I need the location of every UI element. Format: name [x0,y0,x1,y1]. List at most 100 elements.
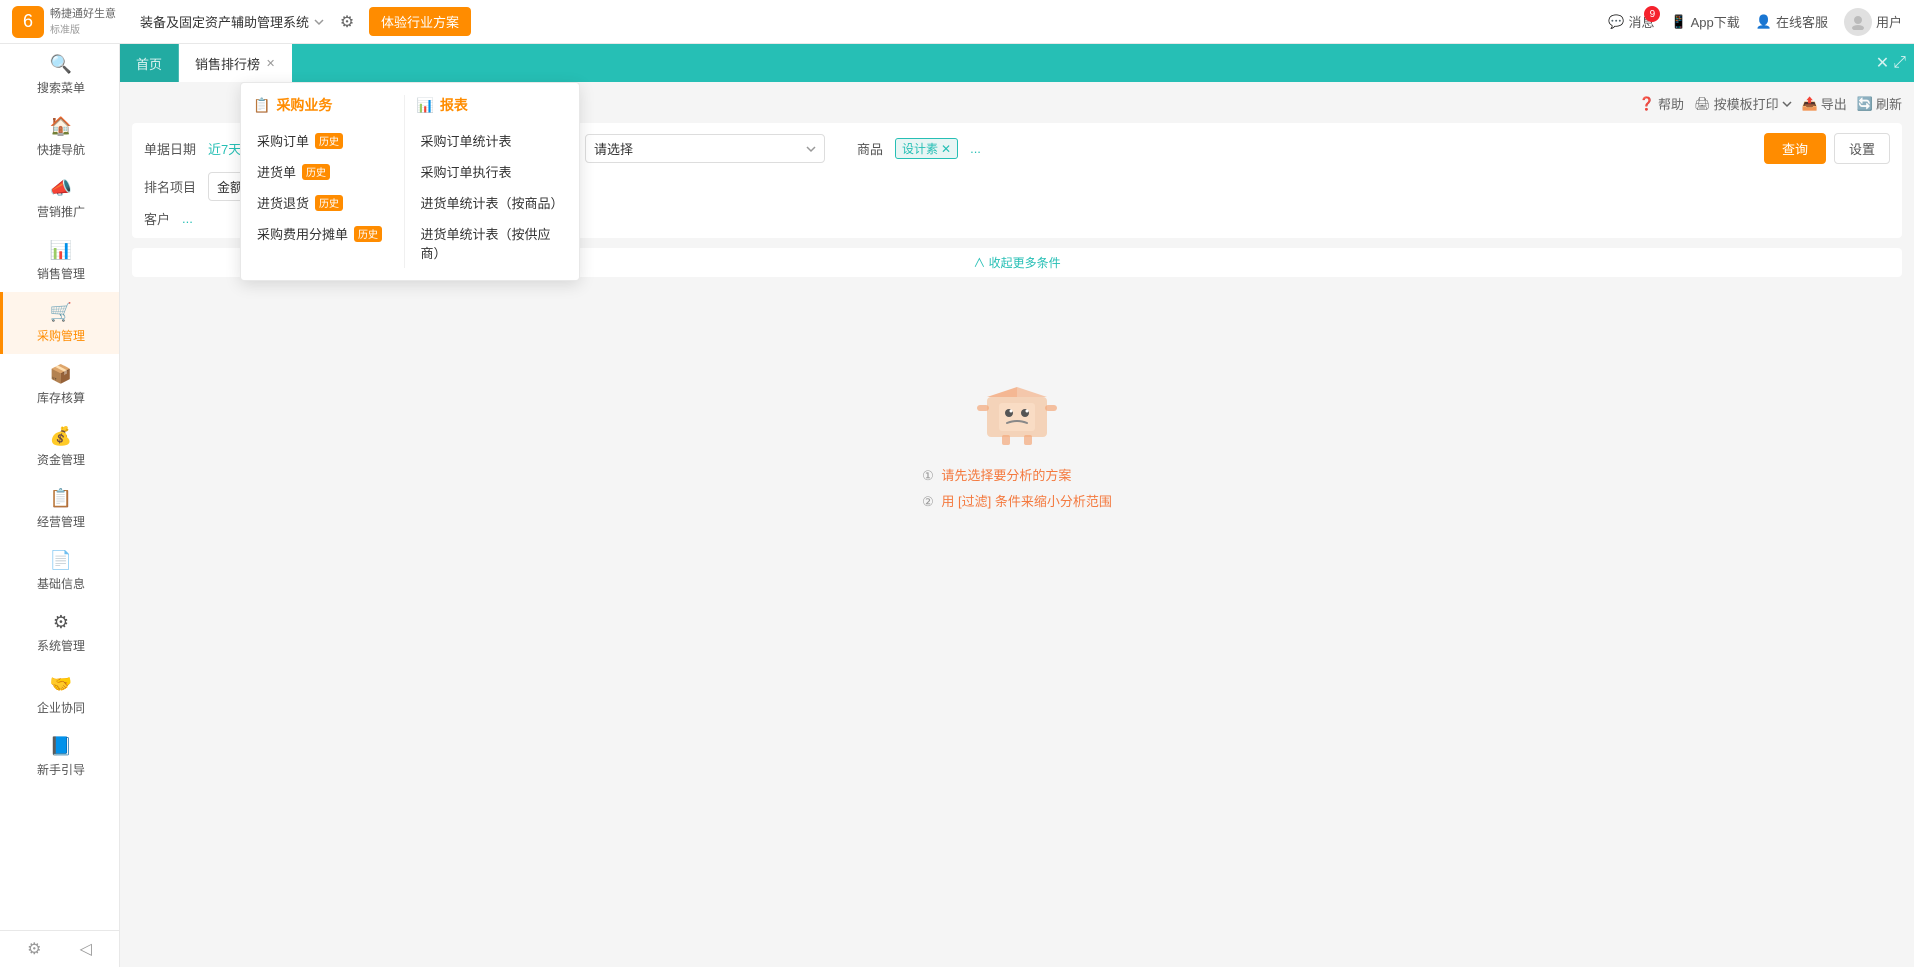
sales-icon: 📊 [50,240,72,261]
print-btn[interactable]: 🖨 按模板打印 [1694,94,1792,113]
sidebar-item-enterprise[interactable]: 🤝 企业协同 [0,664,119,726]
purchase-return-badge: 历史 [315,195,343,211]
sidebar-item-guide[interactable]: 📘 新手引导 [0,726,119,788]
export-btn[interactable]: 📤 导出 [1802,94,1847,113]
user-btn[interactable]: 用户 [1844,8,1902,36]
sidebar-item-sales[interactable]: 📊 销售管理 [0,230,119,292]
tab-sales-rank[interactable]: 销售排行榜 ✕ [179,44,292,82]
tab-close-icon[interactable]: ✕ [266,57,275,70]
logo-badge: 标准版 [50,21,116,36]
content-area: 首页 销售排行榜 ✕ ✕ ⤢ 📋 采购业务 采购订单 [120,44,1914,967]
search-icon: 🔍 [50,54,72,75]
phone-icon: 📱 [1670,14,1686,30]
empty-svg [967,367,1067,447]
service-icon: 👤 [1756,14,1772,30]
notification-btn[interactable]: 💬 消息 9 [1608,12,1654,31]
refresh-icon: 🔄 [1857,96,1873,112]
menu-item-report-order-stat-label: 采购订单统计表 [421,131,512,150]
online-service-btn[interactable]: 👤 在线客服 [1756,12,1828,31]
guide-icon: 📘 [50,736,72,757]
sidebar-item-capital-label: 资金管理 [37,451,85,468]
doc-status-dropdown-icon [806,144,816,154]
sidebar-settings-btn[interactable]: ⚙ [27,939,41,959]
menu-item-report-goods-stat[interactable]: 进货单统计表（按商品） [417,187,568,218]
sidebar: 🔍 搜索菜单 🏠 快捷导航 📣 营销推广 📊 销售管理 🛒 采购管理 📦 库存核… [0,44,120,967]
menu-item-report-supplier-stat-label: 进货单统计表（按供应商） [421,224,564,262]
goods-tag: 设计素 ✕ [895,138,958,159]
home-icon: 🏠 [50,116,72,137]
tab-bar-right: ✕ ⤢ [1868,44,1914,82]
report-menu-icon: 📊 [417,97,434,114]
sidebar-item-capital[interactable]: 💰 资金管理 [0,416,119,478]
sidebar-item-base-info[interactable]: 📄 基础信息 [0,540,119,602]
sidebar-item-quick-nav[interactable]: 🏠 快捷导航 [0,106,119,168]
sidebar-item-operation-label: 经营管理 [37,513,85,530]
sidebar-item-search-label: 搜索菜单 [37,79,85,96]
system-title-dropdown[interactable]: 装备及固定资产辅助管理系统 [132,12,325,31]
menu-item-report-order-exec-label: 采购订单执行表 [421,162,512,181]
industry-button[interactable]: 体验行业方案 [369,7,471,36]
sidebar-item-base-info-label: 基础信息 [37,575,85,592]
menu-item-purchase-return[interactable]: 进货退货 历史 [253,187,404,218]
refresh-label: 刷新 [1876,94,1902,113]
export-label: 导出 [1821,94,1847,113]
sidebar-item-enterprise-label: 企业协同 [37,699,85,716]
tab-bar-expand-btn[interactable]: ⤢ [1893,54,1906,72]
system-icon: ⚙ [53,612,69,633]
system-title: 装备及固定资产辅助管理系统 [140,12,309,31]
help-label: 帮助 [1658,94,1684,113]
help-btn[interactable]: ❓ 帮助 [1639,94,1684,113]
sidebar-item-marketing[interactable]: 📣 营销推广 [0,168,119,230]
top-header: 6 畅捷通好生意 标准版 装备及固定资产辅助管理系统 ⚙ 体验行业方案 💬 消息… [0,0,1914,44]
app-download-btn[interactable]: 📱 App下载 [1670,12,1739,31]
menu-section-purchase-title: 📋 采购业务 [253,95,404,115]
settings-icon[interactable]: ⚙ [333,8,361,36]
goods-label: 商品 [857,139,883,158]
tab-bar: 首页 销售排行榜 ✕ ✕ ⤢ 📋 采购业务 采购订单 [120,44,1914,82]
menu-item-report-order-exec[interactable]: 采购订单执行表 [417,156,568,187]
tab-sales-rank-label: 销售排行榜 [195,54,260,73]
empty-illustration [967,367,1067,447]
menu-item-purchase-goods[interactable]: 进货单 历史 [253,156,404,187]
help-icon: ❓ [1639,96,1655,112]
goods-more-link[interactable]: ... [970,141,981,156]
menu-item-report-order-stat[interactable]: 采购订单统计表 [417,125,568,156]
purchase-icon: 🛒 [50,302,72,323]
print-label: 按模板打印 [1714,94,1779,113]
app-download-label: App下载 [1691,12,1740,31]
sidebar-item-search[interactable]: 🔍 搜索菜单 [0,44,119,106]
tab-bar-close-btn[interactable]: ✕ [1876,53,1889,73]
doc-status-select[interactable]: 请选择 [585,134,825,163]
sidebar-item-purchase-label: 采购管理 [37,327,85,344]
menu-item-purchase-order[interactable]: 采购订单 历史 [253,125,404,156]
sidebar-item-guide-label: 新手引导 [37,761,85,778]
sidebar-item-operation[interactable]: 📋 经营管理 [0,478,119,540]
goods-tag-value: 设计素 [902,140,938,157]
menu-item-report-supplier-stat[interactable]: 进货单统计表（按供应商） [417,218,568,268]
sidebar-item-system-label: 系统管理 [37,637,85,654]
toolbar-actions: 查询 设置 [1764,133,1890,164]
menu-item-report-goods-stat-label: 进货单统计表（按商品） [421,193,564,212]
query-btn[interactable]: 查询 [1764,133,1826,164]
empty-hint2: ② 用 [过滤] 条件来缩小分析范围 [922,489,1112,515]
menu-item-purchase-cost[interactable]: 采购费用分摊单 历史 [253,218,404,249]
settings-btn[interactable]: 设置 [1834,133,1890,164]
sidebar-item-system[interactable]: ⚙ 系统管理 [0,602,119,664]
menu-section-purchase: 📋 采购业务 采购订单 历史 进货单 历史 进货退货 历史 [253,95,404,268]
sidebar-item-quick-nav-label: 快捷导航 [37,141,85,158]
goods-tag-close-icon[interactable]: ✕ [941,142,951,156]
print-icon: 🖨 [1694,96,1711,112]
sidebar-item-sales-label: 销售管理 [37,265,85,282]
date-preset-7days[interactable]: 近7天 [208,142,241,157]
operation-icon: 📋 [50,488,72,509]
online-service-label: 在线客服 [1776,12,1828,31]
sidebar-item-purchase[interactable]: 🛒 采购管理 [0,292,119,354]
tab-home[interactable]: 首页 [120,44,179,82]
refresh-btn[interactable]: 🔄 刷新 [1857,94,1902,113]
sidebar-item-inventory[interactable]: 📦 库存核算 [0,354,119,416]
capital-icon: 💰 [50,426,72,447]
user-label: 用户 [1876,12,1902,31]
customer-more-link[interactable]: ... [182,211,193,226]
sidebar-collapse-btn[interactable]: ◁ [80,939,92,959]
doc-status-placeholder: 请选择 [594,139,633,158]
